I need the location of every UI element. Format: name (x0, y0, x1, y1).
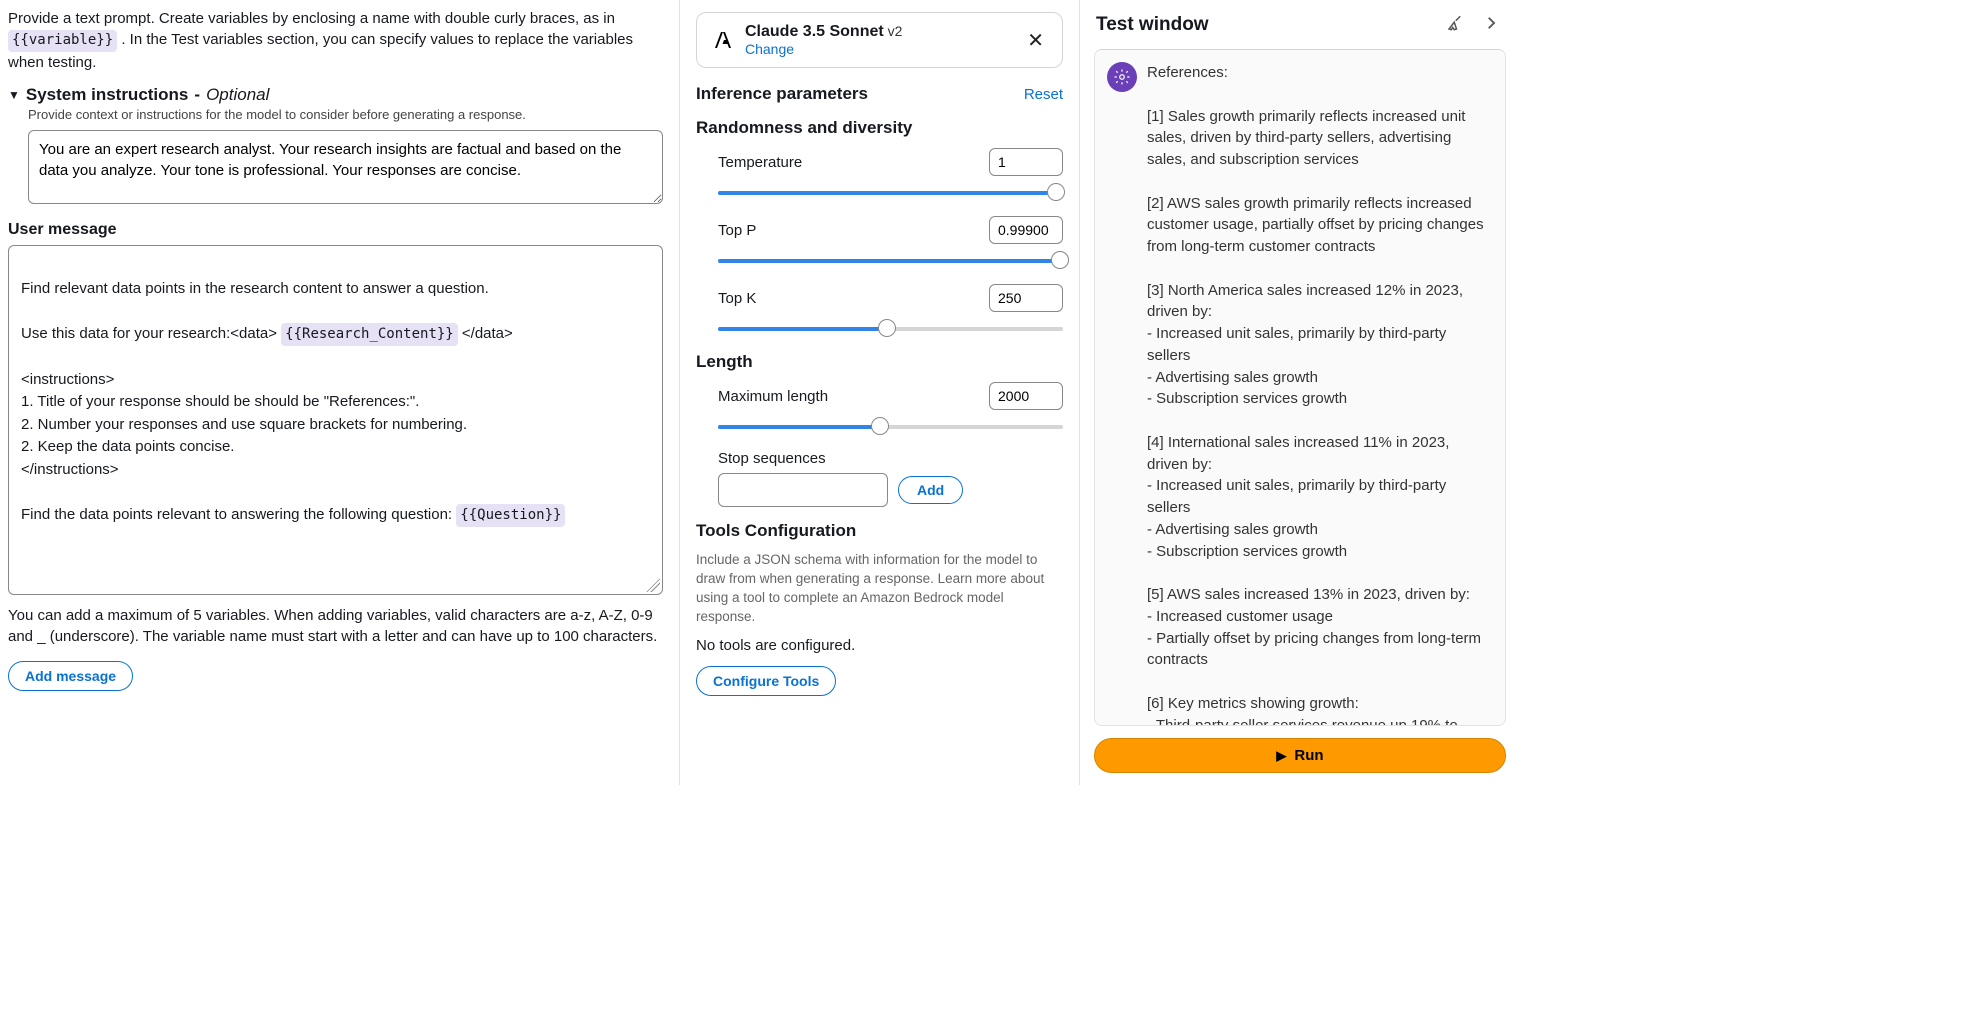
broom-icon[interactable] (1442, 10, 1468, 39)
system-instructions-toggle[interactable]: ▼ System instructions - Optional (8, 85, 663, 105)
randomness-title: Randomness and diversity (696, 118, 1063, 138)
configure-tools-button[interactable]: Configure Tools (696, 666, 836, 696)
tools-title: Tools Configuration (696, 521, 1063, 541)
maxlen-label: Maximum length (718, 388, 828, 405)
run-button[interactable]: ▶ Run (1094, 738, 1506, 773)
user-msg-line: Find the data points relevant to answeri… (21, 506, 456, 523)
user-msg-line: </data> (458, 325, 513, 342)
topp-slider[interactable] (718, 250, 1063, 270)
temperature-input[interactable] (989, 148, 1063, 176)
add-stopseq-button[interactable]: Add (898, 476, 963, 504)
close-icon[interactable]: ✕ (1023, 28, 1048, 53)
topp-label: Top P (718, 222, 756, 239)
model-name: Claude 3.5 Sonnet (745, 23, 884, 40)
reset-link[interactable]: Reset (1024, 86, 1063, 103)
response-text: References: [1] Sales growth primarily r… (1147, 62, 1493, 713)
tools-desc: Include a JSON schema with information f… (696, 551, 1063, 627)
tools-status: No tools are configured. (696, 637, 1063, 654)
intro-pre: Provide a text prompt. Create variables … (8, 10, 615, 27)
test-window-column: Test window References: [1] Sales growth… (1080, 0, 1520, 785)
inference-params-title: Inference parameters (696, 84, 868, 104)
user-msg-line: Use this data for your research:<data> (21, 325, 281, 342)
optional-label: Optional (206, 85, 269, 105)
resize-handle-icon[interactable] (646, 578, 660, 592)
user-message-label: User message (8, 221, 663, 239)
stopseq-input[interactable] (718, 473, 888, 507)
prompt-column: Provide a text prompt. Create variables … (0, 0, 680, 785)
play-icon: ▶ (1276, 748, 1286, 764)
dash: - (194, 85, 200, 105)
user-msg-instructions: <instructions> 1. Title of your response… (21, 371, 467, 478)
length-title: Length (696, 352, 1063, 372)
temperature-slider[interactable] (718, 182, 1063, 202)
topk-input[interactable] (989, 284, 1063, 312)
anthropic-logo-icon (711, 28, 735, 52)
test-response-panel: References: [1] Sales growth primarily r… (1094, 49, 1506, 726)
system-instructions-desc: Provide context or instructions for the … (28, 107, 663, 122)
topp-input[interactable] (989, 216, 1063, 244)
caret-down-icon: ▼ (8, 88, 20, 102)
model-card: Claude 3.5 Sonnet v2 Change ✕ (696, 12, 1063, 68)
model-version: v2 (888, 23, 903, 39)
change-model-link[interactable]: Change (745, 41, 1013, 57)
system-instructions-input[interactable]: You are an expert research analyst. Your… (28, 130, 663, 204)
maxlen-input[interactable] (989, 382, 1063, 410)
ai-avatar-icon (1107, 62, 1137, 92)
variable-chip-research: {{Research_Content}} (281, 323, 458, 346)
variable-chip-example: {{variable}} (8, 30, 117, 52)
run-label: Run (1294, 747, 1323, 764)
test-window-title: Test window (1096, 14, 1432, 36)
temperature-label: Temperature (718, 154, 802, 171)
variable-chip-question: {{Question}} (456, 504, 565, 527)
variable-helper-text: You can add a maximum of 5 variables. Wh… (8, 605, 663, 647)
topk-label: Top K (718, 290, 756, 307)
maxlen-slider[interactable] (718, 416, 1063, 436)
topk-slider[interactable] (718, 318, 1063, 338)
stopseq-label: Stop sequences (718, 450, 826, 467)
add-message-button[interactable]: Add message (8, 661, 133, 691)
user-msg-line: Find relevant data points in the researc… (21, 280, 489, 297)
chevron-right-icon[interactable] (1478, 10, 1504, 39)
user-message-input[interactable]: Find relevant data points in the researc… (8, 245, 663, 595)
parameters-column: Claude 3.5 Sonnet v2 Change ✕ Inference … (680, 0, 1080, 785)
intro-text: Provide a text prompt. Create variables … (8, 8, 663, 73)
system-instructions-label: System instructions (26, 85, 189, 105)
